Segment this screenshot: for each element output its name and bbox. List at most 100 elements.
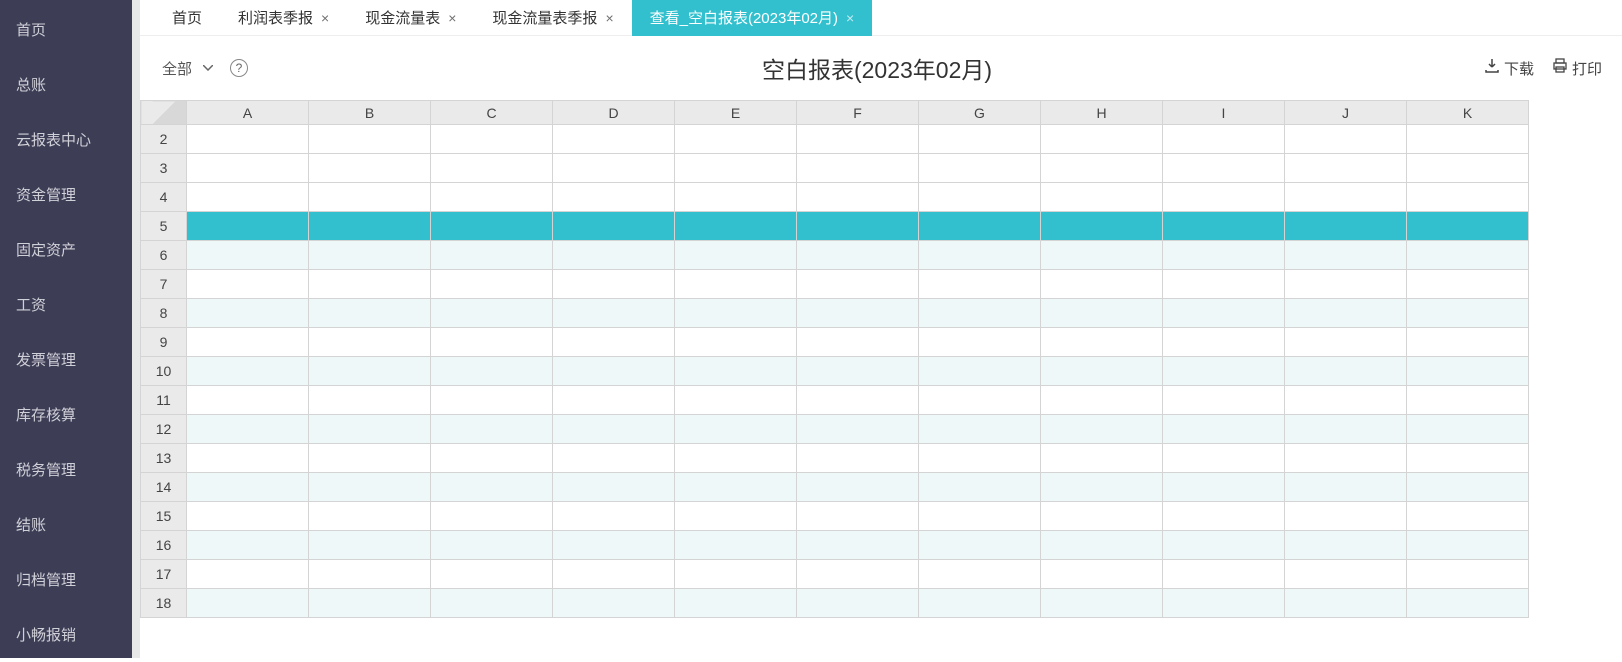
cell[interactable]	[553, 589, 675, 618]
cell[interactable]	[675, 125, 797, 154]
cell[interactable]	[431, 531, 553, 560]
cell[interactable]	[675, 299, 797, 328]
cell[interactable]	[919, 270, 1041, 299]
cell[interactable]	[187, 299, 309, 328]
cell[interactable]	[1163, 589, 1285, 618]
cell[interactable]	[187, 473, 309, 502]
sidebar-item-invoice[interactable]: 发票管理	[0, 332, 132, 387]
column-header[interactable]: C	[431, 101, 553, 125]
cell[interactable]	[309, 241, 431, 270]
close-icon[interactable]: ×	[846, 10, 854, 26]
row-header[interactable]: 12	[141, 415, 187, 444]
column-header[interactable]: H	[1041, 101, 1163, 125]
cell[interactable]	[919, 183, 1041, 212]
cell[interactable]	[187, 328, 309, 357]
cell[interactable]	[675, 589, 797, 618]
row-header[interactable]: 7	[141, 270, 187, 299]
column-header[interactable]: I	[1163, 101, 1285, 125]
cell[interactable]	[187, 125, 309, 154]
cell[interactable]	[187, 212, 309, 241]
cell[interactable]	[431, 415, 553, 444]
cell[interactable]	[675, 328, 797, 357]
help-icon[interactable]: ?	[230, 59, 248, 77]
cell[interactable]	[187, 560, 309, 589]
cell[interactable]	[1285, 560, 1407, 589]
cell[interactable]	[797, 444, 919, 473]
cell[interactable]	[1285, 125, 1407, 154]
cell[interactable]	[553, 183, 675, 212]
cell[interactable]	[1407, 328, 1529, 357]
cell[interactable]	[919, 531, 1041, 560]
cell[interactable]	[309, 183, 431, 212]
cell[interactable]	[187, 415, 309, 444]
cell[interactable]	[187, 183, 309, 212]
sidebar-item-salary[interactable]: 工资	[0, 277, 132, 332]
cell[interactable]	[1163, 357, 1285, 386]
cell[interactable]	[309, 270, 431, 299]
tab-3[interactable]: 现金流量表季报×	[474, 0, 631, 36]
cell[interactable]	[1041, 183, 1163, 212]
cell[interactable]	[1285, 415, 1407, 444]
cell[interactable]	[675, 154, 797, 183]
sidebar-item-funds[interactable]: 资金管理	[0, 167, 132, 222]
cell[interactable]	[1041, 444, 1163, 473]
cell[interactable]	[431, 270, 553, 299]
corner-cell[interactable]	[141, 101, 187, 125]
cell[interactable]	[1285, 444, 1407, 473]
column-header[interactable]: K	[1407, 101, 1529, 125]
sidebar-item-expense[interactable]: 小畅报销	[0, 607, 132, 662]
tab-1[interactable]: 利润表季报×	[220, 0, 347, 36]
cell[interactable]	[1041, 415, 1163, 444]
print-button[interactable]: 打印	[1552, 58, 1602, 79]
cell[interactable]	[919, 589, 1041, 618]
cell[interactable]	[919, 415, 1041, 444]
column-header[interactable]: B	[309, 101, 431, 125]
cell[interactable]	[553, 473, 675, 502]
cell[interactable]	[1407, 270, 1529, 299]
close-icon[interactable]: ×	[321, 10, 329, 26]
cell[interactable]	[1407, 386, 1529, 415]
cell[interactable]	[309, 589, 431, 618]
cell[interactable]	[309, 299, 431, 328]
sidebar-item-tax[interactable]: 税务管理	[0, 442, 132, 497]
cell[interactable]	[1407, 212, 1529, 241]
cell[interactable]	[1285, 183, 1407, 212]
sidebar-item-closing[interactable]: 结账	[0, 497, 132, 552]
column-header[interactable]: E	[675, 101, 797, 125]
cell[interactable]	[1041, 473, 1163, 502]
cell[interactable]	[919, 357, 1041, 386]
row-header[interactable]: 16	[141, 531, 187, 560]
cell[interactable]	[187, 386, 309, 415]
cell[interactable]	[553, 270, 675, 299]
tab-0[interactable]: 首页	[154, 0, 220, 36]
cell[interactable]	[1407, 589, 1529, 618]
cell[interactable]	[675, 444, 797, 473]
cell[interactable]	[309, 444, 431, 473]
cell[interactable]	[431, 357, 553, 386]
cell[interactable]	[1285, 502, 1407, 531]
cell[interactable]	[431, 212, 553, 241]
cell[interactable]	[797, 589, 919, 618]
cell[interactable]	[1163, 241, 1285, 270]
cell[interactable]	[675, 386, 797, 415]
cell[interactable]	[187, 357, 309, 386]
cell[interactable]	[553, 328, 675, 357]
sidebar-item-inventory[interactable]: 库存核算	[0, 387, 132, 442]
cell[interactable]	[675, 415, 797, 444]
cell[interactable]	[553, 502, 675, 531]
cell[interactable]	[1163, 183, 1285, 212]
cell[interactable]	[797, 502, 919, 531]
cell[interactable]	[553, 386, 675, 415]
cell[interactable]	[797, 531, 919, 560]
cell[interactable]	[1407, 357, 1529, 386]
cell[interactable]	[675, 357, 797, 386]
tab-4[interactable]: 查看_空白报表(2023年02月)×	[632, 0, 873, 36]
row-header[interactable]: 3	[141, 154, 187, 183]
close-icon[interactable]: ×	[605, 10, 613, 26]
cell[interactable]	[1407, 444, 1529, 473]
download-button[interactable]: 下载	[1484, 58, 1534, 79]
column-header[interactable]: D	[553, 101, 675, 125]
cell[interactable]	[1285, 357, 1407, 386]
tab-2[interactable]: 现金流量表×	[347, 0, 474, 36]
row-header[interactable]: 10	[141, 357, 187, 386]
